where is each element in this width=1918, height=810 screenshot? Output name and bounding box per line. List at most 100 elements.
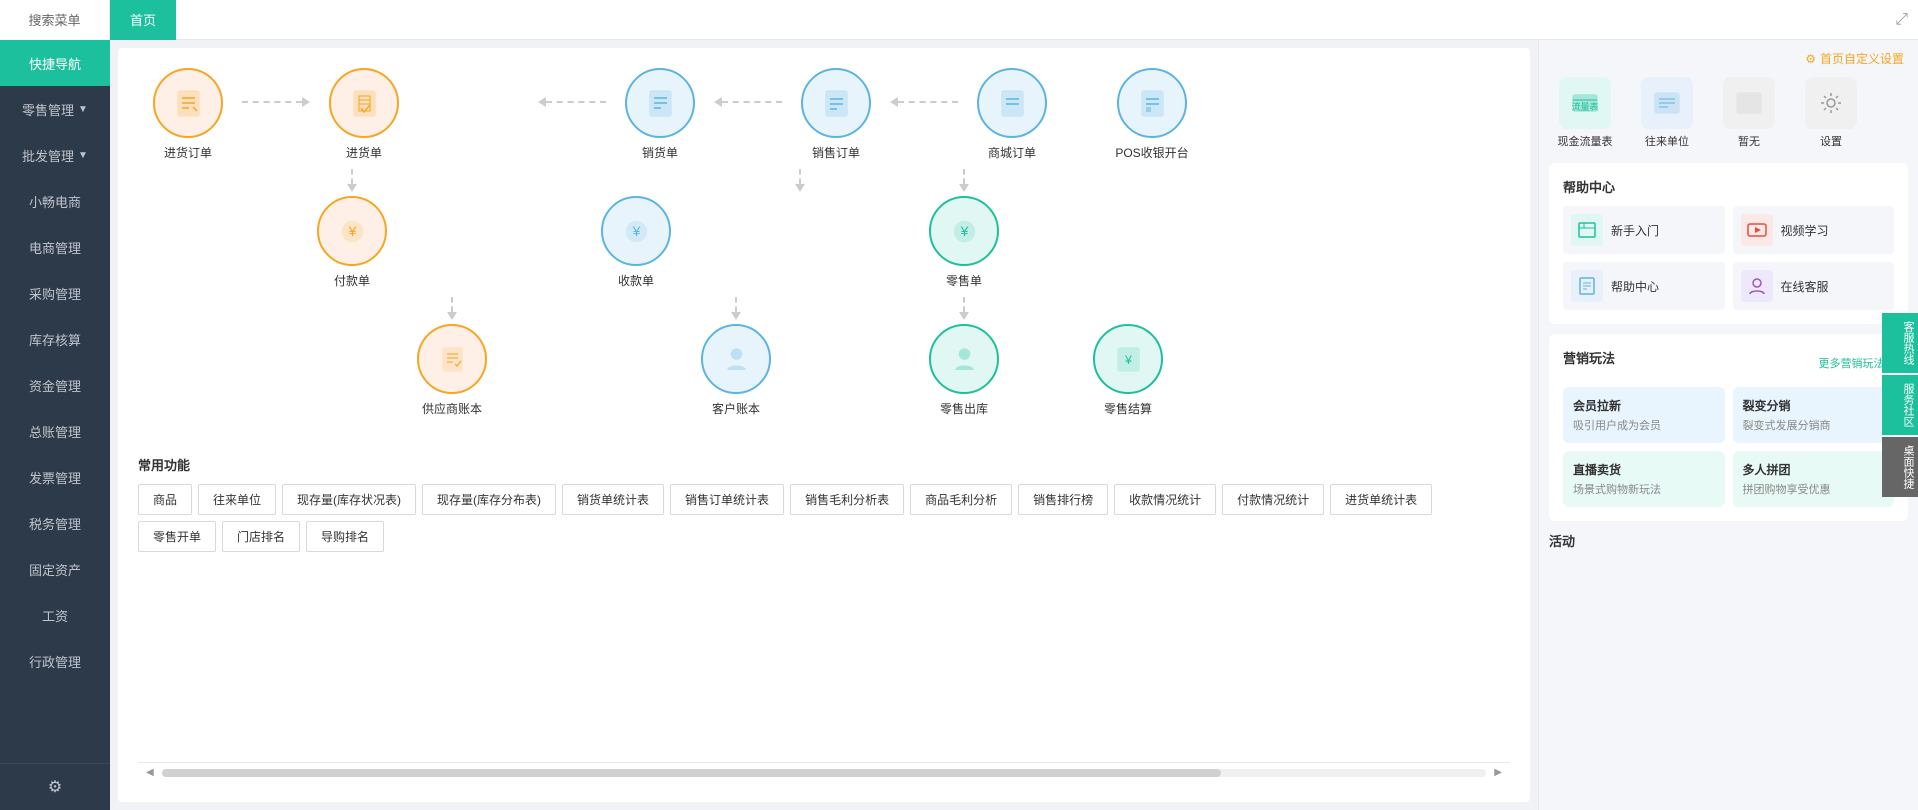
flow-node-supplier-account[interactable]: 供应商账本 — [402, 324, 502, 417]
quick-icons: 流量表现金流量表往来单位暂无设置 — [1549, 77, 1908, 149]
func-btn[interactable]: 销售订单统计表 — [670, 484, 784, 515]
marketing-title: 营销玩法 — [1563, 348, 1615, 367]
marketing-card: 营销玩法 更多营销玩法 > 会员拉新吸引用户成为会员裂变分销裂变式发展分销商直播… — [1549, 334, 1908, 521]
func-btn[interactable]: 付款情况统计 — [1222, 484, 1324, 515]
help-grid: 新手入门视频学习帮助中心在线客服 — [1563, 206, 1894, 310]
sidebar-item-finance[interactable]: 资金管理 — [0, 362, 110, 408]
func-btn[interactable]: 销售排行榜 — [1018, 484, 1108, 515]
sidebar-item-more[interactable]: 行政管理 — [0, 638, 110, 684]
common-functions: 常用功能 商品往来单位现存量(库存状况表)现存量(库存分布表)销货单统计表销售订… — [138, 455, 1510, 552]
flow-node-retail-out[interactable]: 零售出库 — [914, 324, 1014, 417]
marketing-card-desc: 场景式购物新玩法 — [1573, 481, 1715, 497]
sidebar-item-ledger[interactable]: 总账管理 — [0, 408, 110, 454]
sidebar-settings-btn[interactable]: ⚙ — [0, 764, 110, 810]
common-func-title: 常用功能 — [138, 455, 1510, 474]
top-bar: 搜索菜单 首页 ⤢ — [0, 0, 1918, 40]
help-item-help[interactable]: 帮助中心 — [1563, 262, 1725, 310]
customize-setting-btn[interactable]: ⚙首页自定义设置 — [1549, 50, 1908, 67]
flow-node-retail-order[interactable]: ¥ 零售单 — [914, 196, 1014, 289]
sidebar-item-purchase[interactable]: 采购管理 — [0, 270, 110, 316]
arrow-1-2 — [242, 97, 310, 107]
func-btn[interactable]: 门店排名 — [222, 521, 300, 552]
sidebar-item-wholesale[interactable]: 批发管理▼ — [0, 132, 110, 178]
func-btn[interactable]: 商品毛利分析 — [910, 484, 1012, 515]
quick-icon-cash-flow[interactable]: 流量表现金流量表 — [1549, 77, 1621, 149]
marketing-card-title: 裂变分销 — [1743, 397, 1885, 414]
scroll-thumb — [162, 769, 1222, 777]
flow-node-mall-order[interactable]: 商城订单 — [962, 68, 1062, 161]
sidebar-item-payroll[interactable]: 工资 — [0, 592, 110, 638]
help-center-card: 帮助中心 新手入门视频学习帮助中心在线客服 — [1549, 163, 1908, 324]
flow-diagram: 进货订单 — [138, 68, 1510, 425]
marketing-card-desc: 拼团购物享受优惠 — [1743, 481, 1885, 497]
home-tab[interactable]: 首页 — [110, 0, 176, 40]
sidebar-item-xiaochang[interactable]: 小畅电商 — [0, 178, 110, 224]
func-btn[interactable]: 导购排名 — [306, 521, 384, 552]
flow-row-3: 供应商账本 客户账本 — [138, 324, 1178, 417]
func-btn[interactable]: 销售毛利分析表 — [790, 484, 904, 515]
flow-row-1: 进货订单 — [138, 68, 1202, 161]
sidebar: 快捷导航零售管理▼批发管理▼小畅电商电商管理采购管理库存核算资金管理总账管理发票… — [0, 40, 110, 810]
marketing-item-fission[interactable]: 裂变分销裂变式发展分销商 — [1733, 387, 1895, 443]
sidebar-item-quick-nav[interactable]: 快捷导航 — [0, 40, 110, 86]
main-content: 进货订单 — [110, 40, 1538, 810]
svg-text:¥: ¥ — [347, 223, 356, 239]
marketing-header: 营销玩法 更多营销玩法 > — [1563, 348, 1894, 377]
flow-node-customer-account[interactable]: 客户账本 — [686, 324, 786, 417]
flow-node-pos[interactable]: POS收银开台 — [1102, 68, 1202, 161]
arrow-5-4 — [890, 97, 958, 107]
float-btn-customer-service[interactable]: 客服热线 — [1882, 313, 1918, 373]
search-menu-btn[interactable]: 搜索菜单 — [0, 0, 110, 40]
marketing-grid: 会员拉新吸引用户成为会员裂变分销裂变式发展分销商直播卖货场景式购物新玩法多人拼团… — [1563, 387, 1894, 507]
func-btn[interactable]: 往来单位 — [198, 484, 276, 515]
flow-node-receipt[interactable]: ¥ 收款单 — [586, 196, 686, 289]
func-btn[interactable]: 现存量(库存分布表) — [422, 484, 556, 515]
sidebar-item-assets[interactable]: 固定资产 — [0, 546, 110, 592]
flow-node-sales-slip[interactable]: 销货单 — [610, 68, 710, 161]
sidebar-item-inventory[interactable]: 库存核算 — [0, 316, 110, 362]
sidebar-item-ecommerce[interactable]: 电商管理 — [0, 224, 110, 270]
func-btn[interactable]: 现存量(库存状况表) — [282, 484, 416, 515]
activity-title: 活动 — [1549, 531, 1908, 550]
scroll-left-arrow[interactable]: ◀ — [142, 767, 158, 778]
main-layout: 快捷导航零售管理▼批发管理▼小畅电商电商管理采购管理库存核算资金管理总账管理发票… — [0, 40, 1918, 810]
flow-row-2: ¥ 付款单 ¥ — [138, 196, 1014, 289]
scroll-right-arrow[interactable]: ▶ — [1490, 767, 1506, 778]
marketing-card-desc: 裂变式发展分销商 — [1743, 417, 1885, 433]
sidebar-item-invoice[interactable]: 发票管理 — [0, 454, 110, 500]
marketing-item-group[interactable]: 多人拼团拼团购物享受优惠 — [1733, 451, 1895, 507]
quick-icon-partners[interactable]: 往来单位 — [1631, 77, 1703, 149]
marketing-card-desc: 吸引用户成为会员 — [1573, 417, 1715, 433]
flow-down-arrows-1 — [138, 169, 1014, 192]
help-center-title: 帮助中心 — [1563, 177, 1894, 196]
fullscreen-icon[interactable]: ⤢ — [1895, 11, 1908, 28]
svg-text:流量表: 流量表 — [1571, 101, 1598, 112]
func-btn[interactable]: 销货单统计表 — [562, 484, 664, 515]
float-buttons: 客服热线服务社区桌面快捷 — [1882, 313, 1918, 497]
quick-icon-settings[interactable]: 设置 — [1795, 77, 1867, 149]
help-item-video[interactable]: 视频学习 — [1733, 206, 1895, 254]
help-item-beginner[interactable]: 新手入门 — [1563, 206, 1725, 254]
svg-text:¥: ¥ — [1124, 353, 1132, 367]
sidebar-item-retail[interactable]: 零售管理▼ — [0, 86, 110, 132]
flow-node-purchase-order[interactable]: 进货订单 — [138, 68, 238, 161]
marketing-item-member[interactable]: 会员拉新吸引用户成为会员 — [1563, 387, 1725, 443]
float-btn-desktop[interactable]: 桌面快捷 — [1882, 437, 1918, 497]
marketing-item-live[interactable]: 直播卖货场景式购物新玩法 — [1563, 451, 1725, 507]
flow-node-retail-settle[interactable]: ¥ 零售结算 — [1078, 324, 1178, 417]
func-btn[interactable]: 商品 — [138, 484, 192, 515]
flow-node-purchase-slip[interactable]: 进货单 — [314, 68, 414, 161]
right-panel: ⚙首页自定义设置 流量表现金流量表往来单位暂无设置 帮助中心 新手入门视频学习帮… — [1538, 40, 1918, 810]
sidebar-item-tax[interactable]: 税务管理 — [0, 500, 110, 546]
quick-icon-none[interactable]: 暂无 — [1713, 77, 1785, 149]
float-btn-community[interactable]: 服务社区 — [1882, 375, 1918, 435]
func-btn[interactable]: 收款情况统计 — [1114, 484, 1216, 515]
flow-node-sales-order[interactable]: 销售订单 — [786, 68, 886, 161]
scroll-bar[interactable]: ◀ ▶ — [138, 762, 1510, 782]
func-btn[interactable]: 进货单统计表 — [1330, 484, 1432, 515]
flow-node-payment[interactable]: ¥ 付款单 — [302, 196, 402, 289]
content-area: 进货订单 — [110, 40, 1918, 810]
scroll-track[interactable] — [162, 769, 1487, 777]
func-btn[interactable]: 零售开单 — [138, 521, 216, 552]
help-item-online-service[interactable]: 在线客服 — [1733, 262, 1895, 310]
